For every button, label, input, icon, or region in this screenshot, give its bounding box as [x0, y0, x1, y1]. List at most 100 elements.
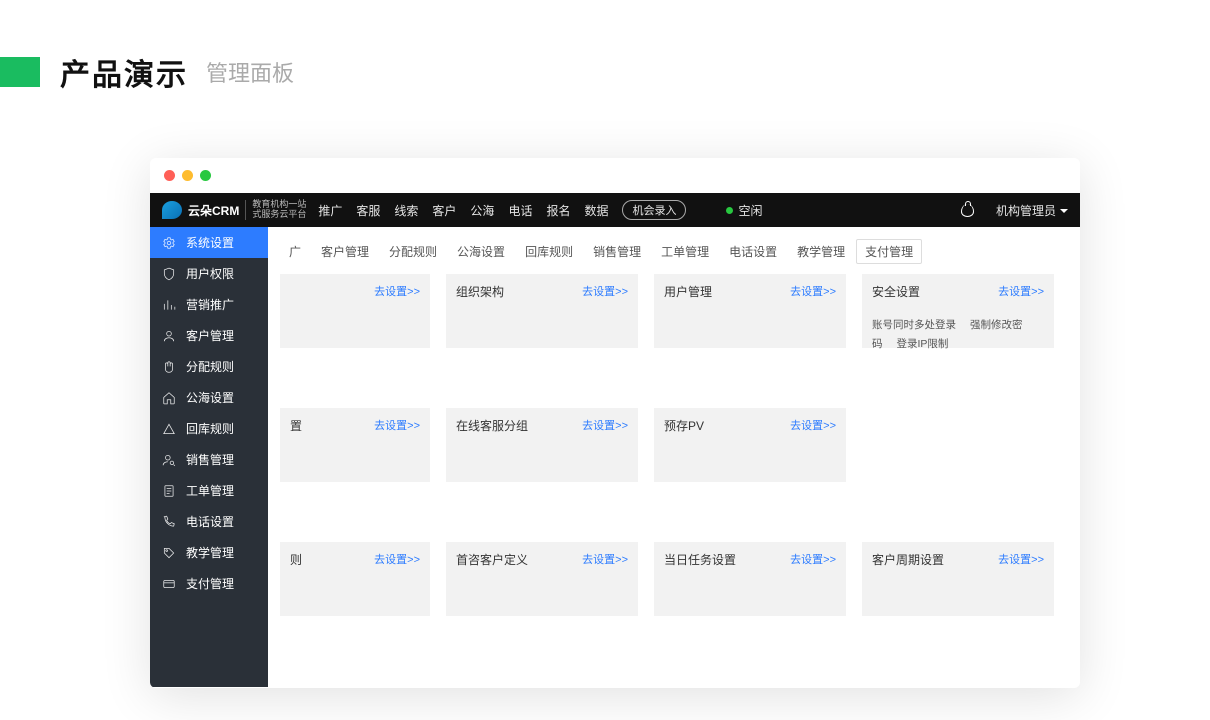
tab[interactable]: 回库规则	[516, 239, 582, 264]
home-icon	[162, 391, 176, 405]
shield-icon	[162, 267, 176, 281]
card-link[interactable]: 去设置>>	[790, 551, 836, 567]
settings-card: 置去设置>>	[280, 408, 430, 482]
sidebar-item-label: 公海设置	[186, 389, 234, 406]
card-tag: 账号同时多处登录	[872, 319, 956, 331]
settings-icon	[162, 236, 176, 250]
page-header: 产品演示 管理面板	[0, 50, 294, 94]
sidebar-item-label: 系统设置	[186, 234, 234, 251]
logo[interactable]: 云朵CRM 教育机构一站 式服务云平台	[162, 200, 306, 220]
nav-item[interactable]: 线索	[394, 202, 418, 219]
card-row: 去设置>>组织架构去设置>>用户管理去设置>>安全设置去设置>>账号同时多处登录…	[280, 274, 1068, 348]
minimize-dot[interactable]	[182, 170, 193, 181]
sidebar-item-phone[interactable]: 电话设置	[150, 506, 268, 537]
nav-item[interactable]: 客服	[356, 202, 380, 219]
nav-item[interactable]: 报名	[546, 202, 570, 219]
card-tags: 账号同时多处登录强制修改密码登录IP限制	[872, 316, 1044, 354]
chevron-down-icon	[1060, 209, 1068, 213]
tag-icon	[162, 546, 176, 560]
card-tag: 登录IP限制	[897, 338, 949, 350]
sidebar-item-tag[interactable]: 教学管理	[150, 537, 268, 568]
sidebar-item-label: 分配规则	[186, 358, 234, 375]
record-button[interactable]: 机会录入	[622, 200, 686, 220]
sidebar-item-label: 营销推广	[186, 296, 234, 313]
close-dot[interactable]	[164, 170, 175, 181]
page-subtitle: 管理面板	[206, 56, 294, 88]
sidebar-item-label: 电话设置	[186, 513, 234, 530]
app-window: 云朵CRM 教育机构一站 式服务云平台 推广 客服 线索 客户 公海 电话 报名…	[150, 158, 1080, 688]
page-title: 产品演示	[60, 50, 188, 94]
content-area: 广客户管理分配规则公海设置回库规则销售管理工单管理电话设置教学管理支付管理 去设…	[268, 227, 1080, 687]
top-nav: 推广 客服 线索 客户 公海 电话 报名 数据	[318, 202, 608, 219]
sidebar-item-hand[interactable]: 分配规则	[150, 351, 268, 382]
card-link[interactable]: 去设置>>	[790, 283, 836, 299]
card-row: 置去设置>>在线客服分组去设置>>预存PV去设置>>	[280, 408, 1068, 482]
sidebar-item-label: 客户管理	[186, 327, 234, 344]
sidebar-item-label: 用户权限	[186, 265, 234, 282]
sidebar-item-triangle[interactable]: 回库规则	[150, 413, 268, 444]
tab[interactable]: 工单管理	[652, 239, 718, 264]
sidebar-item-bars[interactable]: 营销推广	[150, 289, 268, 320]
doc-icon	[162, 484, 176, 498]
nav-item[interactable]: 数据	[584, 202, 608, 219]
accent-bar	[0, 57, 40, 87]
sidebar-item-label: 工单管理	[186, 482, 234, 499]
status-indicator[interactable]: 空闲	[726, 202, 762, 219]
tab[interactable]: 分配规则	[380, 239, 446, 264]
settings-card: 去设置>>	[280, 274, 430, 348]
tab[interactable]: 销售管理	[584, 239, 650, 264]
tab[interactable]: 电话设置	[720, 239, 786, 264]
sidebar-item-home[interactable]: 公海设置	[150, 382, 268, 413]
topbar: 云朵CRM 教育机构一站 式服务云平台 推广 客服 线索 客户 公海 电话 报名…	[150, 193, 1080, 227]
settings-card: 首咨客户定义去设置>>	[446, 542, 638, 616]
card-link[interactable]: 去设置>>	[374, 417, 420, 433]
settings-card: 安全设置去设置>>账号同时多处登录强制修改密码登录IP限制	[862, 274, 1054, 348]
sidebar-item-label: 教学管理	[186, 544, 234, 561]
card-icon	[162, 577, 176, 591]
card-link[interactable]: 去设置>>	[998, 551, 1044, 567]
settings-card: 则去设置>>	[280, 542, 430, 616]
user-icon	[162, 329, 176, 343]
logo-tagline: 教育机构一站 式服务云平台	[245, 200, 306, 220]
tab[interactable]: 支付管理	[856, 239, 922, 264]
card-link[interactable]: 去设置>>	[998, 283, 1044, 299]
sidebar-item-card[interactable]: 支付管理	[150, 568, 268, 599]
tab[interactable]: 公海设置	[448, 239, 514, 264]
phone-icon	[162, 515, 176, 529]
logo-text: 云朵CRM	[188, 202, 239, 219]
sidebar-item-settings[interactable]: 系统设置	[150, 227, 268, 258]
sidebar-item-user[interactable]: 客户管理	[150, 320, 268, 351]
card-link[interactable]: 去设置>>	[582, 283, 628, 299]
settings-card: 当日任务设置去设置>>	[654, 542, 846, 616]
tab[interactable]: 教学管理	[788, 239, 854, 264]
tab[interactable]: 广	[280, 239, 310, 264]
logo-icon	[162, 201, 182, 219]
nav-item[interactable]: 推广	[318, 202, 342, 219]
sidebar-item-doc[interactable]: 工单管理	[150, 475, 268, 506]
nav-item[interactable]: 客户	[432, 202, 456, 219]
tab[interactable]: 客户管理	[312, 239, 378, 264]
bell-icon[interactable]	[961, 204, 974, 217]
card-link[interactable]: 去设置>>	[374, 283, 420, 299]
nav-item[interactable]: 公海	[470, 202, 494, 219]
nav-item[interactable]: 电话	[508, 202, 532, 219]
card-link[interactable]: 去设置>>	[374, 551, 420, 567]
maximize-dot[interactable]	[200, 170, 211, 181]
sidebar: 系统设置用户权限营销推广客户管理分配规则公海设置回库规则销售管理工单管理电话设置…	[150, 227, 268, 687]
card-link[interactable]: 去设置>>	[790, 417, 836, 433]
sidebar-item-usersearch[interactable]: 销售管理	[150, 444, 268, 475]
sidebar-item-label: 回库规则	[186, 420, 234, 437]
settings-card: 组织架构去设置>>	[446, 274, 638, 348]
user-menu[interactable]: 机构管理员	[996, 202, 1068, 219]
sidebar-item-label: 销售管理	[186, 451, 234, 468]
usersearch-icon	[162, 453, 176, 467]
sidebar-item-label: 支付管理	[186, 575, 234, 592]
card-link[interactable]: 去设置>>	[582, 551, 628, 567]
sidebar-item-shield[interactable]: 用户权限	[150, 258, 268, 289]
card-link[interactable]: 去设置>>	[582, 417, 628, 433]
triangle-icon	[162, 422, 176, 436]
tabs: 广客户管理分配规则公海设置回库规则销售管理工单管理电话设置教学管理支付管理	[280, 227, 1068, 274]
bars-icon	[162, 298, 176, 312]
settings-card: 预存PV去设置>>	[654, 408, 846, 482]
settings-card: 在线客服分组去设置>>	[446, 408, 638, 482]
